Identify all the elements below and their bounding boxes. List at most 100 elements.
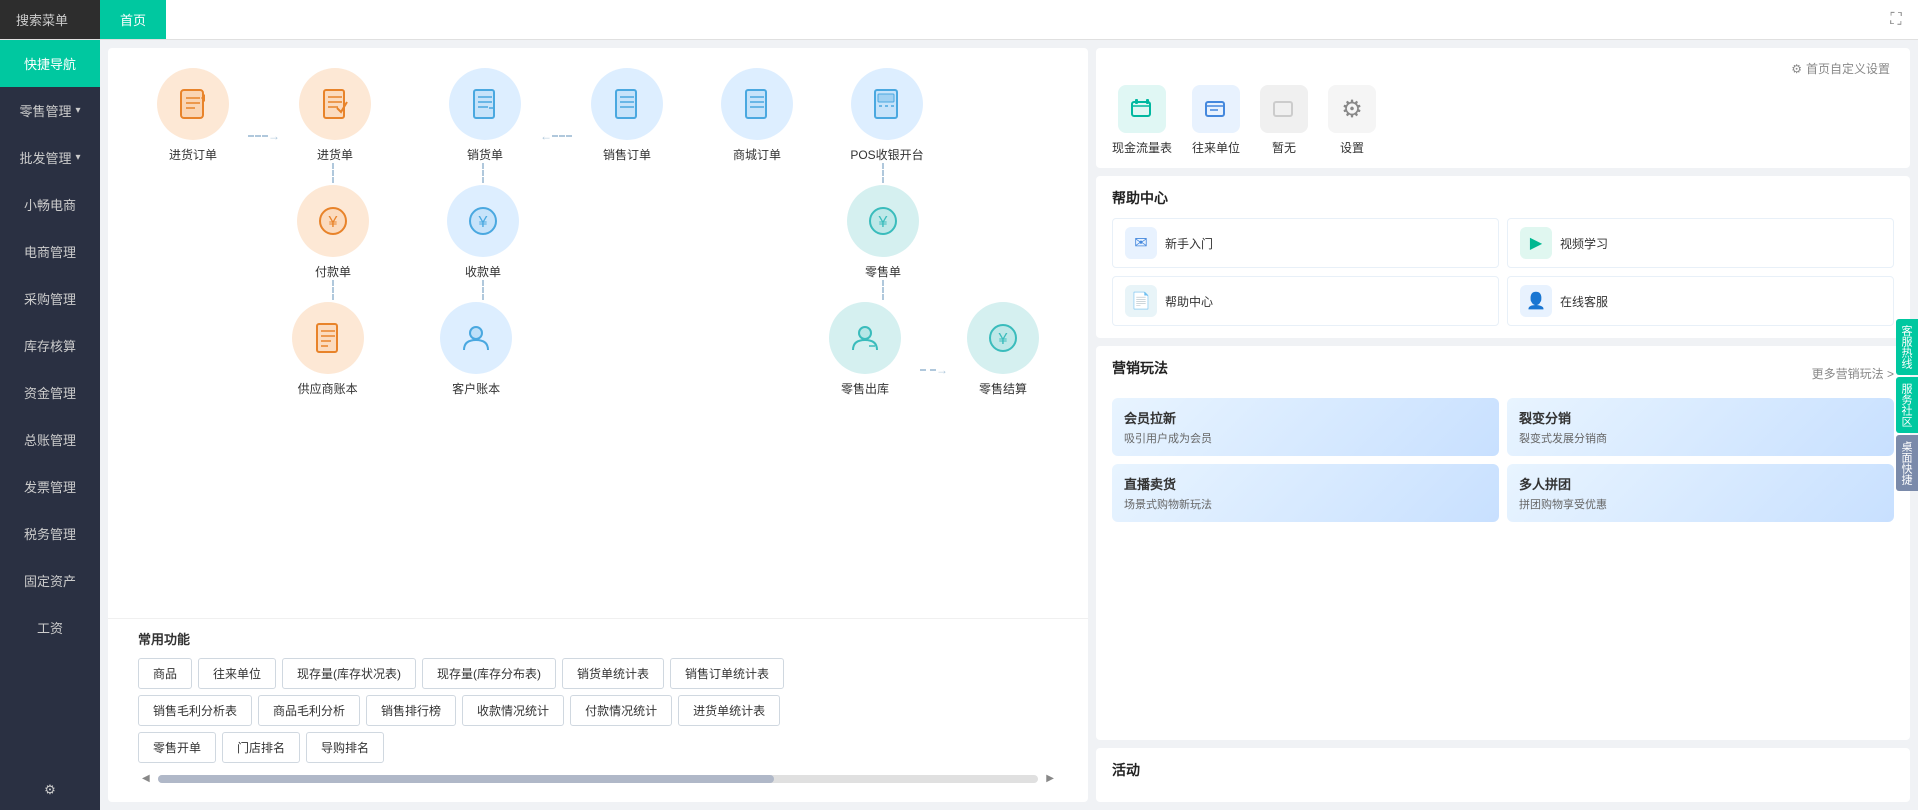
func-buttons-row2: 销售毛利分析表 商品毛利分析 销售排行榜 收款情况统计 付款情况统计 进货单统计… [138, 695, 1058, 726]
quick-icons-section: ⚙ 首页自定义设置 现金流量表 [1096, 48, 1910, 168]
func-btn-sales-rank[interactable]: 销售排行榜 [366, 695, 456, 726]
sidebar-item-payroll[interactable]: 工资 [0, 604, 100, 651]
common-functions: 常用功能 商品 往来单位 现存量(库存状况表) 现存量(库存分布表) 销货单统计… [108, 618, 1088, 802]
sidebar-item-inventory[interactable]: 库存核算 [0, 322, 100, 369]
flow-node-receipt[interactable]: ¥ 收款单 [428, 185, 538, 280]
flow-node-retail-settle[interactable]: ¥ 零售结算 [948, 302, 1058, 397]
help-grid: ✉ 新手入门 ▶ 视频学习 📄 帮助中心 👤 [1112, 218, 1894, 326]
flow-node-customer-account[interactable]: 客户账本 [421, 302, 531, 397]
flow-node-purchase-bill[interactable]: 进货单 [280, 68, 390, 163]
flow-node-mall-order[interactable]: 商城订单 [702, 68, 812, 163]
flow-node-sales-bill[interactable]: 销货单 [430, 68, 540, 163]
scroll-right-icon[interactable]: ▶ [1042, 773, 1058, 784]
flow-node-purchase-order[interactable]: 进货订单 [138, 68, 248, 163]
marketing-item-member[interactable]: 会员拉新 吸引用户成为会员 [1112, 398, 1499, 456]
home-tab[interactable]: 首页 [100, 0, 166, 39]
sidebar-item-wholesale[interactable]: 批发管理 ▾ [0, 134, 100, 181]
scroll-left-icon[interactable]: ◀ [138, 773, 154, 784]
func-btn-stock-status[interactable]: 现存量(库存状况表) [282, 658, 416, 689]
marketing-item-split[interactable]: 裂变分销 裂变式发展分销商 [1507, 398, 1894, 456]
flow-node-payment[interactable]: ¥ 付款单 [278, 185, 388, 280]
quick-icon-cashflow[interactable]: 现金流量表 [1112, 85, 1172, 156]
main-layout: 快捷导航 零售管理 ▾ 批发管理 ▾ 小畅电商 电商管理 采购管理 库存核算 资… [0, 40, 1918, 810]
help-title: 帮助中心 [1112, 188, 1894, 208]
func-btn-gross-margin[interactable]: 销售毛利分析表 [138, 695, 252, 726]
sidebar-item-retail[interactable]: 零售管理 ▾ [0, 87, 100, 134]
purchase-order-label: 进货订单 [169, 146, 217, 163]
search-menu[interactable]: 搜索菜单 [0, 0, 100, 39]
chevron-down-icon: ▾ [75, 152, 80, 163]
customize-header[interactable]: ⚙ 首页自定义设置 [1112, 60, 1894, 77]
help-label: 帮助中心 [1165, 293, 1213, 310]
func-btn-product-margin[interactable]: 商品毛利分析 [258, 695, 360, 726]
flow-node-retail-order[interactable]: ¥ 零售单 [828, 185, 938, 280]
flow-node-sales-order[interactable]: 销售订单 [572, 68, 682, 163]
func-btn-partner[interactable]: 往来单位 [198, 658, 276, 689]
sidebar-item-xiaochang[interactable]: 小畅电商 [0, 181, 100, 228]
sidebar-item-ledger[interactable]: 总账管理 [0, 416, 100, 463]
desktop-btn[interactable]: 桌面快捷 [1896, 435, 1918, 491]
quick-icon-partner[interactable]: 往来单位 [1192, 85, 1240, 156]
live-title: 直播卖货 [1124, 474, 1487, 493]
retail-settle-icon: ¥ [967, 302, 1039, 374]
mall-order-label: 商城订单 [733, 146, 781, 163]
mall-order-icon [721, 68, 793, 140]
sidebar-item-invoice[interactable]: 发票管理 [0, 463, 100, 510]
content-split: 进货订单 → 进货单 [100, 40, 1918, 810]
community-btn[interactable]: 服务社区 [1896, 377, 1918, 433]
func-btn-retail-order[interactable]: 零售开单 [138, 732, 216, 763]
help-item-beginner[interactable]: ✉ 新手入门 [1112, 218, 1499, 268]
help-item-support[interactable]: 👤 在线客服 [1507, 276, 1894, 326]
sidebar-item-finance[interactable]: 资金管理 [0, 369, 100, 416]
func-btn-product[interactable]: 商品 [138, 658, 192, 689]
retail-outbound-icon [829, 302, 901, 374]
settings-icon: ⚙ [1328, 85, 1376, 133]
quick-icons-list: 现金流量表 往来单位 暂无 [1112, 85, 1894, 156]
svg-text:¥: ¥ [878, 214, 888, 231]
sidebar-item-ecommerce[interactable]: 电商管理 [0, 228, 100, 275]
split-desc: 裂变式发展分销商 [1519, 430, 1882, 446]
video-label: 视频学习 [1560, 235, 1608, 252]
marketing-item-live[interactable]: 直播卖货 场景式购物新玩法 [1112, 464, 1499, 522]
none-icon [1260, 85, 1308, 133]
settings-label: 设置 [1340, 139, 1364, 156]
marketing-section: 营销玩法 更多营销玩法 > 会员拉新 吸引用户成为会员 裂变分销 裂变式发展分销… [1096, 346, 1910, 740]
func-btn-sales-stat[interactable]: 销货单统计表 [562, 658, 664, 689]
func-btn-stock-dist[interactable]: 现存量(库存分布表) [422, 658, 556, 689]
flow-node-pos[interactable]: POS收银开台 [832, 68, 942, 163]
func-btn-receipt-stat[interactable]: 收款情况统计 [462, 695, 564, 726]
pos-label: POS收银开台 [850, 146, 923, 163]
support-label: 在线客服 [1560, 293, 1608, 310]
func-btn-sales-order-stat[interactable]: 销售订单统计表 [670, 658, 784, 689]
func-btn-payment-stat[interactable]: 付款情况统计 [570, 695, 672, 726]
more-marketing-link[interactable]: 更多营销玩法 > [1812, 365, 1894, 382]
purchase-order-icon [157, 68, 229, 140]
func-btn-guide-rank[interactable]: 导购排名 [306, 732, 384, 763]
func-btn-purchase-stat[interactable]: 进货单统计表 [678, 695, 780, 726]
quick-icon-none[interactable]: 暂无 [1260, 85, 1308, 156]
sidebar-item-assets[interactable]: 固定资产 [0, 557, 100, 604]
live-desc: 场景式购物新玩法 [1124, 496, 1487, 512]
scrollbar-row: ◀ ▶ [138, 769, 1058, 788]
sales-bill-icon [449, 68, 521, 140]
sidebar-item-purchase[interactable]: 采购管理 [0, 275, 100, 322]
sidebar-settings[interactable]: ⚙ [0, 770, 100, 810]
sales-order-icon [591, 68, 663, 140]
flow-area: 进货订单 → 进货单 [108, 48, 1088, 618]
video-icon: ▶ [1520, 227, 1552, 259]
gear-icon-small: ⚙ [1791, 62, 1802, 76]
expand-icon[interactable]: ⛶ [1886, 10, 1906, 30]
customer-service-btn[interactable]: 客服热线 [1896, 319, 1918, 375]
none-label: 暂无 [1272, 139, 1296, 156]
help-item-help[interactable]: 📄 帮助中心 [1112, 276, 1499, 326]
supplier-account-label: 供应商账本 [298, 380, 358, 397]
sidebar-item-tax[interactable]: 税务管理 [0, 510, 100, 557]
quick-icon-settings[interactable]: ⚙ 设置 [1328, 85, 1376, 156]
func-btn-store-rank[interactable]: 门店排名 [222, 732, 300, 763]
flow-node-supplier-account[interactable]: 供应商账本 [273, 302, 383, 397]
marketing-item-group[interactable]: 多人拼团 拼团购物享受优惠 [1507, 464, 1894, 522]
help-item-video[interactable]: ▶ 视频学习 [1507, 218, 1894, 268]
marketing-header: 营销玩法 更多营销玩法 > [1112, 358, 1894, 388]
sidebar-item-quick-nav[interactable]: 快捷导航 [0, 40, 100, 87]
flow-node-retail-outbound[interactable]: 零售出库 [810, 302, 920, 397]
